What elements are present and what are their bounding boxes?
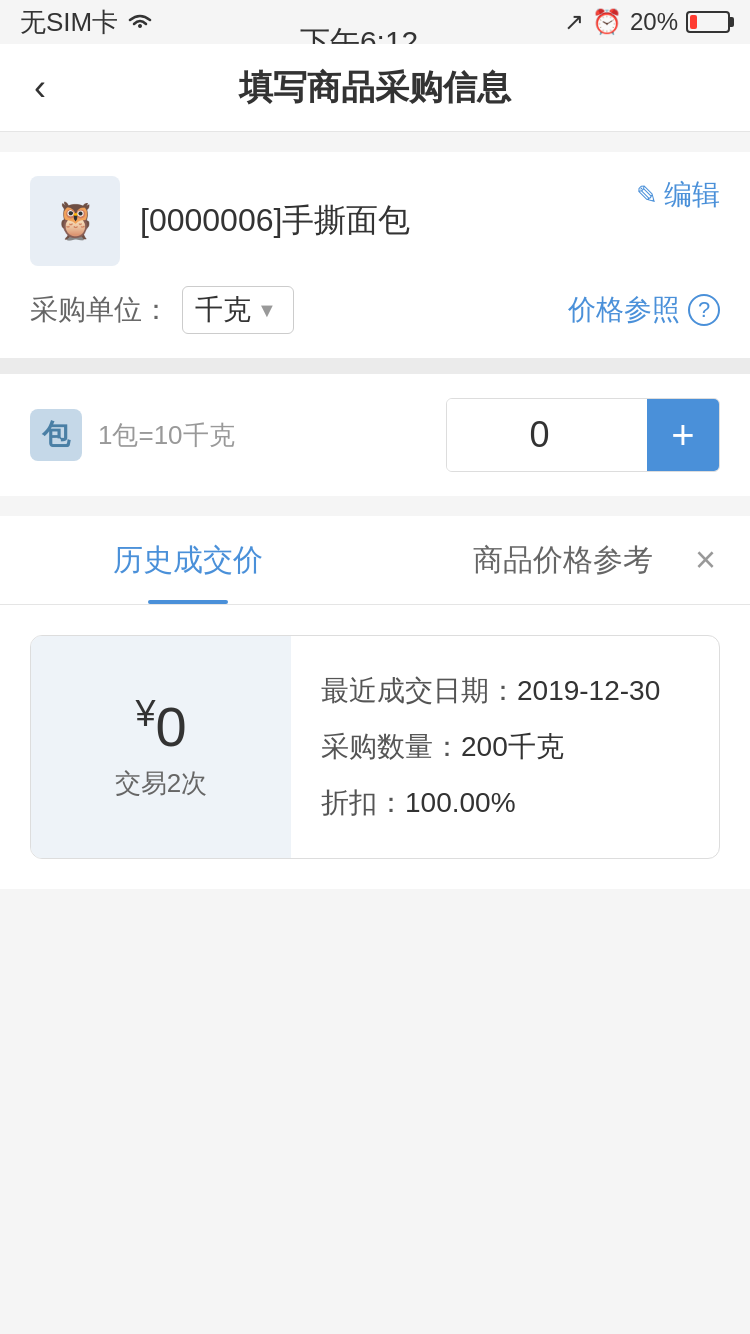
price-ref-label: 价格参照 [568,291,680,329]
quantity-row: 包 1包=10千克 + [0,374,750,496]
quantity-input[interactable] [447,399,647,471]
tab-history-price[interactable]: 历史成交价 [0,516,375,604]
battery-indicator [686,11,730,33]
purchase-quantity-value: 200千克 [461,731,564,762]
location-icon: ↗ [564,8,584,36]
history-price-right: 最近成交日期：2019-12-30 采购数量：200千克 折扣：100.00% [291,636,719,858]
help-icon: ? [688,294,720,326]
purchase-quantity-row: 采购数量：200千克 [321,728,689,766]
discount-row: 折扣：100.00% [321,784,689,822]
nav-bar: ‹ 填写商品采购信息 [0,44,750,132]
chevron-down-icon: ▼ [257,299,277,322]
question-mark: ? [698,297,710,323]
status-right: ↗ ⏰ 20% [564,8,730,36]
history-price-card: ¥0 交易2次 最近成交日期：2019-12-30 采购数量：200千克 折扣：… [30,635,720,859]
quantity-plus-button[interactable]: + [647,399,719,471]
tabs-panel: 历史成交价 商品价格参考 × ¥0 交易2次 最近成交日期：2019-12-30… [0,516,750,889]
page-title: 填写商品采购信息 [239,65,511,111]
unit-value: 千克 [195,291,251,329]
product-thumbnail: 🦉 [30,176,120,266]
edit-label: 编辑 [664,176,720,214]
unit-hint: 1包=10千克 [98,418,235,453]
quantity-input-group: + [446,398,720,472]
tab-close-button[interactable]: × [685,529,726,591]
unit-label: 采购单位： [30,291,170,329]
price-number: 0 [155,694,186,757]
history-trades-count: 交易2次 [115,766,207,801]
tab2-label: 商品价格参考 [473,540,653,581]
discount-value: 100.00% [405,787,516,818]
price-ref-button[interactable]: 价格参照 ? [568,291,720,329]
status-left: 无SIM卡 [20,5,154,40]
unit-left: 采购单位： 千克 ▼ [30,286,294,334]
wifi-icon [126,12,154,32]
product-header: 🦉 [0000006]手撕面包 ✎ 编辑 [30,176,720,266]
product-owl-icon: 🦉 [53,200,98,242]
status-bar: 无SIM卡 下午6:12 ↗ ⏰ 20% [0,0,750,44]
history-price-value: ¥0 [135,693,186,759]
product-info-left: 🦉 [0000006]手撕面包 [30,176,410,266]
product-card: 🦉 [0000006]手撕面包 ✎ 编辑 采购单位： 千克 ▼ 价格参照 ? [0,152,750,358]
tab1-label: 历史成交价 [113,540,263,581]
unit-select-dropdown[interactable]: 千克 ▼ [182,286,294,334]
product-unit-row: 采购单位： 千克 ▼ 价格参照 ? [30,286,720,334]
edit-icon: ✎ [636,180,658,211]
purchase-quantity-label: 采购数量： [321,731,461,762]
recent-date-row: 最近成交日期：2019-12-30 [321,672,689,710]
discount-label: 折扣： [321,787,405,818]
carrier-label: 无SIM卡 [20,5,118,40]
currency-symbol: ¥ [135,693,155,734]
tabs-header: 历史成交价 商品价格参考 × [0,516,750,605]
section-divider [0,358,750,374]
recent-date-value: 2019-12-30 [517,675,660,706]
history-price-left: ¥0 交易2次 [31,636,291,858]
alarm-icon: ⏰ [592,8,622,36]
tab-content-history: ¥0 交易2次 最近成交日期：2019-12-30 采购数量：200千克 折扣：… [0,605,750,889]
quantity-left: 包 1包=10千克 [30,409,235,461]
edit-button[interactable]: ✎ 编辑 [636,176,720,214]
battery-percent: 20% [630,8,678,36]
back-button[interactable]: ‹ [24,57,56,119]
recent-date-label: 最近成交日期： [321,675,517,706]
unit-badge: 包 [30,409,82,461]
product-name: [0000006]手撕面包 [140,199,410,243]
